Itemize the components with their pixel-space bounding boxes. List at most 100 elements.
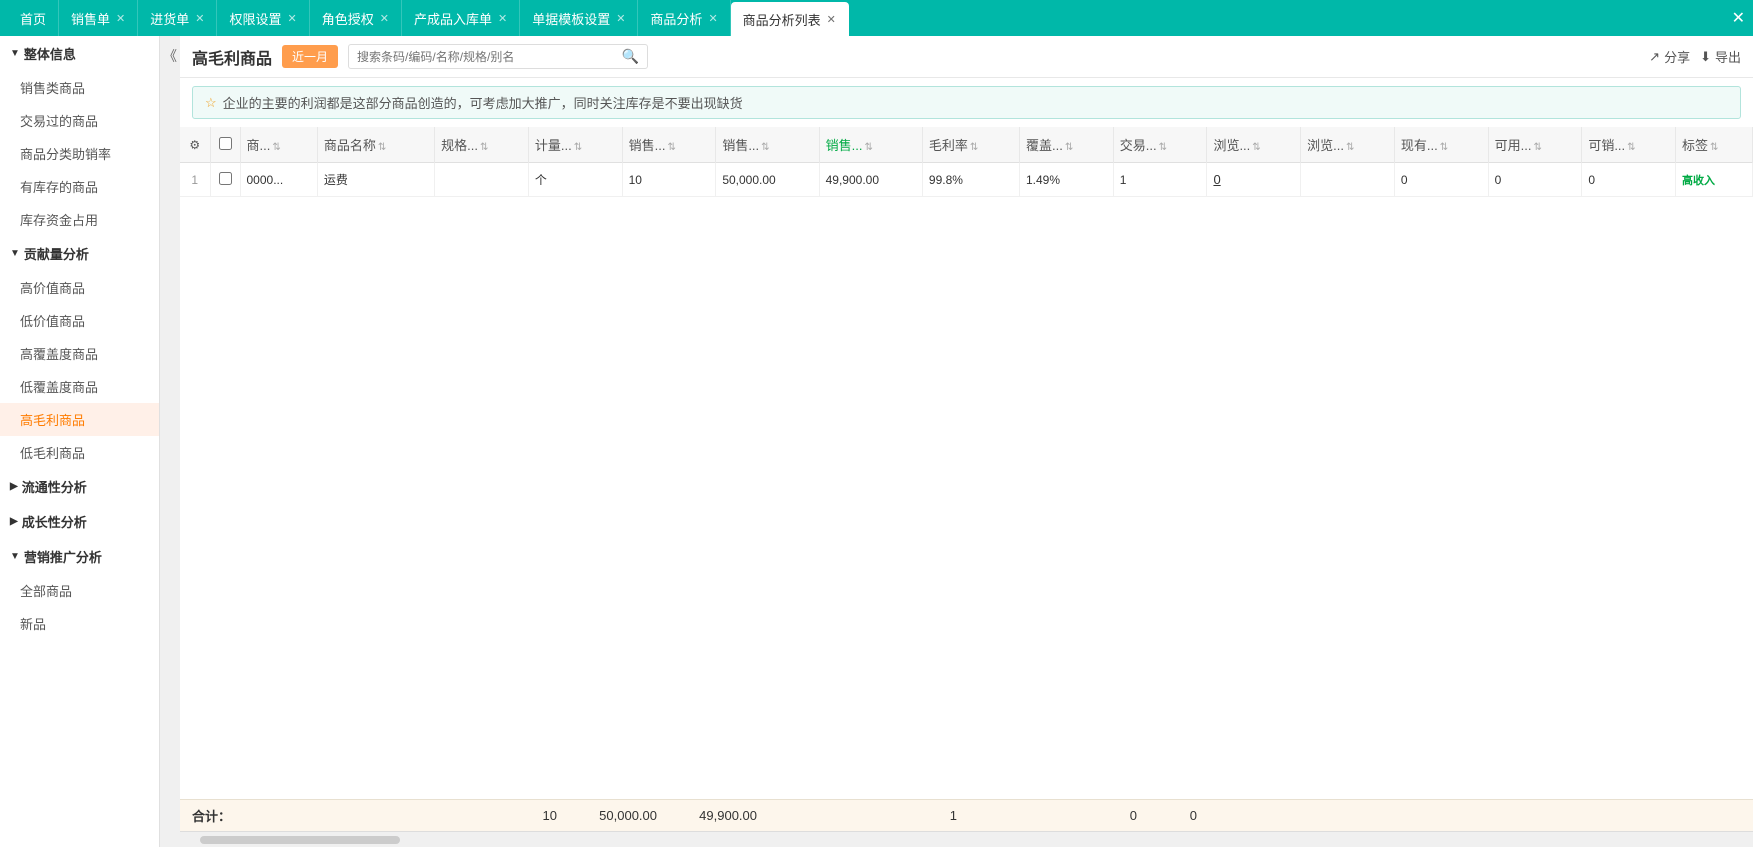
sort-stock1-icon: ⇅ [1440,142,1448,153]
sales1-column-header[interactable]: 销售...⇅ [622,127,716,163]
sidebar-item-low-margin[interactable]: 低毛利商品 [0,436,159,469]
search-input[interactable] [357,50,622,64]
footer-browse2 [1023,808,1083,823]
arrow-icon-3: ▶ [10,481,18,492]
tag-column-header[interactable]: 标签⇅ [1676,127,1753,163]
sort-sales2-icon: ⇅ [761,142,769,153]
browse1-column-header[interactable]: 浏览...⇅ [1207,127,1301,163]
row-stock1: 0 [1394,163,1488,197]
close-tab-sales[interactable]: ✕ [116,12,125,25]
sales3-column-header[interactable]: 销售...⇅ [819,127,922,163]
row-spec [435,163,529,197]
content-header: 高毛利商品 近一月 🔍 ↗ 分享 ⬇ 导出 [180,36,1753,78]
browse2-column-header[interactable]: 浏览...⇅ [1301,127,1395,163]
export-icon: ⬇ [1700,49,1711,65]
sidebar-section-growth[interactable]: ▶ 成长性分析 [0,504,159,539]
sort-coverage-icon: ⇅ [1065,142,1073,153]
sidebar-item-stock-capital[interactable]: 库存资金占用 [0,203,159,236]
sidebar-item-high-coverage[interactable]: 高覆盖度商品 [0,337,159,370]
tab-template[interactable]: 单据模板设置 ✕ [520,0,638,36]
sidebar-item-category-sales[interactable]: 商品分类助销率 [0,137,159,170]
close-tab-purchase[interactable]: ✕ [195,12,204,25]
stock3-column-header[interactable]: 可销...⇅ [1582,127,1676,163]
row-checkbox-cell[interactable] [210,163,240,197]
horizontal-scrollbar[interactable] [180,831,1753,847]
row-unit: 个 [528,163,622,197]
table-wrapper[interactable]: ⚙ 商...⇅ 商品名称⇅ 规格...⇅ [180,127,1753,847]
sort-name-icon: ⇅ [378,142,386,153]
tab-sales-order[interactable]: 销售单 ✕ [59,0,138,36]
row-stock3: 0 [1582,163,1676,197]
header-actions: ↗ 分享 ⬇ 导出 [1649,47,1741,66]
sidebar: ▼ 整体信息 销售类商品 交易过的商品 商品分类助销率 有库存的商品 库存资金占… [0,36,160,847]
name-column-header[interactable]: 商品名称⇅ [317,127,434,163]
checkbox-column-header[interactable] [210,127,240,163]
sidebar-item-sales-goods[interactable]: 销售类商品 [0,71,159,104]
table-row: 1 0000... 运费 个 10 50,000.00 49,900.00 99… [180,163,1753,197]
row-name: 运费 [317,163,434,197]
close-tab-goods-analysis-list[interactable]: ✕ [827,13,836,26]
tab-goods-analysis-list[interactable]: 商品分析列表 ✕ [731,2,849,36]
row-num: 1 [180,163,210,197]
trade-column-header[interactable]: 交易...⇅ [1113,127,1207,163]
sidebar-item-all-goods[interactable]: 全部商品 [0,574,159,607]
sidebar-item-new-goods[interactable]: 新品 [0,607,159,640]
margin-column-header[interactable]: 毛利率⇅ [922,127,1019,163]
row-checkbox[interactable] [219,172,232,185]
row-browse1[interactable]: 0 [1207,163,1301,197]
tab-roles[interactable]: 角色授权 ✕ [310,0,402,36]
info-text: 企业的主要的利润都是这部分商品创造的，可考虑加大推广，同时关注库存是不要出现缺货 [223,93,743,112]
sidebar-collapse-button[interactable]: 《 [160,36,180,76]
footer-values: 10 50,000.00 49,900.00 1 0 0 [243,808,1741,823]
stock1-column-header[interactable]: 现有...⇅ [1394,127,1488,163]
footer-browse1 [963,808,1023,823]
sort-sales3-icon: ⇅ [864,142,872,153]
tab-finished-goods[interactable]: 产成品入库单 ✕ [402,0,520,36]
close-tab-permissions[interactable]: ✕ [288,12,297,25]
sidebar-item-stocked-goods[interactable]: 有库存的商品 [0,170,159,203]
footer-sales1: 10 [503,808,563,823]
close-tab-roles[interactable]: ✕ [380,12,389,25]
sidebar-section-marketing[interactable]: ▼ 营销推广分析 [0,539,159,574]
close-tab-finished-goods[interactable]: ✕ [498,12,507,25]
sidebar-section-contribution[interactable]: ▼ 贡献量分析 [0,236,159,271]
spec-column-header[interactable]: 规格...⇅ [435,127,529,163]
close-all-tabs[interactable]: ✕ [1732,8,1745,28]
row-stock2: 0 [1488,163,1582,197]
sidebar-item-high-value[interactable]: 高价值商品 [0,271,159,304]
content-area: 高毛利商品 近一月 🔍 ↗ 分享 ⬇ 导出 ☆ 企业的主要的利润都是这部分商品创… [180,36,1753,847]
stock2-column-header[interactable]: 可用...⇅ [1488,127,1582,163]
tab-purchase[interactable]: 进货单 ✕ [138,0,217,36]
row-trade: 1 [1113,163,1207,197]
close-tab-template[interactable]: ✕ [616,12,625,25]
export-button[interactable]: ⬇ 导出 [1700,47,1741,66]
sort-browse1-icon: ⇅ [1252,142,1260,153]
search-icon[interactable]: 🔍 [622,48,639,65]
sidebar-item-high-margin[interactable]: 高毛利商品 [0,403,159,436]
footer-label: 合计： [192,806,231,825]
coverage-column-header[interactable]: 覆盖...⇅ [1020,127,1114,163]
settings-column-header[interactable]: ⚙ [180,127,210,163]
sidebar-section-overall[interactable]: ▼ 整体信息 [0,36,159,71]
sales2-column-header[interactable]: 销售...⇅ [716,127,819,163]
time-filter-button[interactable]: 近一月 [282,45,338,68]
tab-goods-analysis[interactable]: 商品分析 ✕ [638,0,730,36]
close-tab-goods-analysis[interactable]: ✕ [708,12,717,25]
sidebar-item-low-value[interactable]: 低价值商品 [0,304,159,337]
sidebar-item-traded-goods[interactable]: 交易过的商品 [0,104,159,137]
sort-spec-icon: ⇅ [480,142,488,153]
sort-unit-icon: ⇅ [574,142,582,153]
scrollbar-thumb[interactable] [200,836,400,844]
tab-home[interactable]: 首页 [8,0,59,36]
sidebar-section-liquidity[interactable]: ▶ 流通性分析 [0,469,159,504]
share-button[interactable]: ↗ 分享 [1649,47,1690,66]
unit-column-header[interactable]: 计量...⇅ [528,127,622,163]
select-all-checkbox[interactable] [219,137,232,150]
code-column-header[interactable]: 商...⇅ [240,127,317,163]
footer-bar: 合计： 10 50,000.00 49,900.00 1 0 0 [180,799,1753,831]
row-sales2: 50,000.00 [716,163,819,197]
sidebar-item-low-coverage[interactable]: 低覆盖度商品 [0,370,159,403]
footer-stock1: 0 [1083,808,1143,823]
page-title: 高毛利商品 [192,45,272,69]
tab-permissions[interactable]: 权限设置 ✕ [217,0,309,36]
